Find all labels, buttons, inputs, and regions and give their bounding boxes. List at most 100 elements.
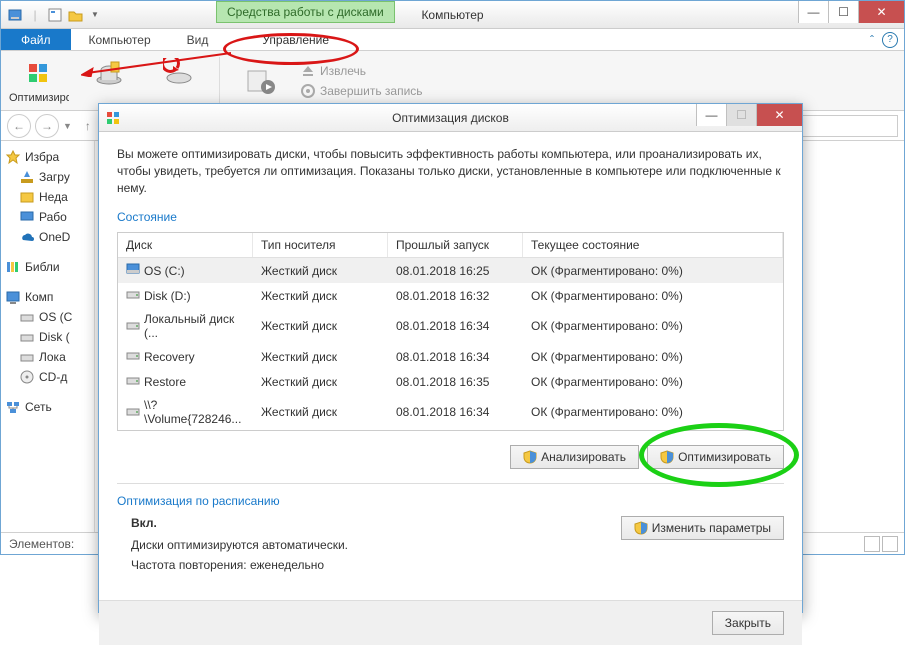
table-row[interactable]: OS (C:) Жесткий диск08.01.2018 16:25ОК (Ф… — [118, 258, 783, 283]
table-row[interactable]: Disk (D:)Жесткий диск08.01.2018 16:32ОК … — [118, 283, 783, 308]
tab-manage[interactable]: Управление — [226, 29, 365, 50]
dialog-minimize-button[interactable]: — — [696, 104, 726, 126]
drive-type: Жесткий диск — [253, 346, 388, 367]
drive-icon — [126, 287, 140, 304]
analyze-button[interactable]: Анализировать — [510, 445, 639, 469]
col-type[interactable]: Тип носителя — [253, 233, 388, 257]
sidebar-disk-d[interactable]: Disk ( — [5, 327, 90, 347]
nav-forward-button[interactable]: → — [35, 114, 59, 138]
view-details-icon[interactable] — [864, 536, 880, 552]
eject-icon — [300, 63, 316, 79]
ribbon-optimize-button[interactable]: Оптимизиро — [9, 58, 69, 104]
schedule-status: Вкл. — [131, 516, 621, 530]
drive-state: ОК (Фрагментировано: 0%) — [523, 260, 783, 281]
sidebar-network[interactable]: Сеть — [5, 397, 90, 417]
tab-file[interactable]: Файл — [1, 29, 71, 50]
drive-name: OS (C:) — [144, 264, 185, 278]
table-row[interactable]: \\?\Volume{728246... Жесткий диск08.01.20… — [118, 394, 783, 430]
properties-icon[interactable] — [47, 7, 63, 23]
tab-view[interactable]: Вид — [169, 29, 227, 50]
drive-icon — [126, 348, 140, 365]
ribbon-autoplay-button[interactable] — [230, 65, 290, 97]
sidebar-cd[interactable]: CD-д — [5, 367, 90, 387]
close-button[interactable]: ✕ — [858, 1, 904, 23]
optimize-drives-dialog: Оптимизация дисков — ☐ ✕ Вы можете оптим… — [98, 103, 803, 613]
col-state[interactable]: Текущее состояние — [523, 233, 783, 257]
ribbon-body: Оптимизиро Извлечь Завершить запись — [1, 51, 904, 111]
drive-name: Recovery — [144, 350, 195, 364]
drive-name: Disk (D:) — [144, 289, 191, 303]
nav-up-button[interactable]: ↑ — [76, 114, 100, 138]
drives-table: Диск Тип носителя Прошлый запуск Текущее… — [117, 232, 784, 431]
dialog-maximize-button: ☐ — [726, 104, 756, 126]
qat-dropdown-icon[interactable]: ▼ — [87, 7, 103, 23]
ribbon-collapse-icon[interactable]: ˆ — [870, 33, 874, 47]
app-icon — [7, 7, 23, 23]
table-row[interactable]: Restore Жесткий диск08.01.2018 16:35ОК (Ф… — [118, 369, 783, 394]
drive-last-run: 08.01.2018 16:34 — [388, 396, 523, 428]
schedule-block: Вкл. Диски оптимизируются автоматически.… — [117, 516, 784, 578]
optimize-button[interactable]: Оптимизировать — [647, 445, 784, 469]
ribbon-eject-button[interactable]: Извлечь — [300, 63, 423, 79]
sidebar-local[interactable]: Лока — [5, 347, 90, 367]
col-last[interactable]: Прошлый запуск — [388, 233, 523, 257]
schedule-section-label: Оптимизация по расписанию — [117, 494, 784, 508]
drive-last-run: 08.01.2018 16:25 — [388, 260, 523, 281]
maximize-button[interactable]: ☐ — [828, 1, 858, 23]
change-settings-button[interactable]: Изменить параметры — [621, 516, 784, 540]
drive-last-run: 08.01.2018 16:34 — [388, 346, 523, 367]
dialog-footer: Закрыть — [99, 600, 802, 645]
sidebar-recent[interactable]: Неда — [5, 187, 90, 207]
sidebar-favorites[interactable]: Избра — [5, 147, 90, 167]
sidebar-downloads[interactable]: Загру — [5, 167, 90, 187]
dialog-title: Оптимизация дисков — [392, 111, 509, 125]
table-row[interactable]: RecoveryЖесткий диск08.01.2018 16:34ОК (… — [118, 344, 783, 369]
autoplay-icon — [244, 65, 276, 97]
drive-icon — [126, 262, 140, 279]
drive-last-run: 08.01.2018 16:35 — [388, 371, 523, 392]
sidebar-desktop[interactable]: Рабо — [5, 207, 90, 227]
drive-state: ОК (Фрагментировано: 0%) — [523, 285, 783, 306]
divider — [117, 483, 784, 484]
quick-access-toolbar: | ▼ — [1, 7, 109, 23]
drive-icon — [19, 309, 35, 325]
drive-last-run: 08.01.2018 16:34 — [388, 310, 523, 342]
drive-icon — [19, 349, 35, 365]
action-buttons: Анализировать Оптимизировать — [117, 445, 784, 469]
disk-tools-context-tab[interactable]: Средства работы с дисками — [216, 1, 395, 23]
ribbon-finish-burn-button[interactable]: Завершить запись — [300, 83, 423, 99]
window-title: Компьютер — [421, 8, 483, 22]
sidebar-libraries[interactable]: Библи — [5, 257, 90, 277]
ribbon-cleanup-button[interactable] — [79, 58, 139, 104]
new-folder-icon[interactable] — [67, 7, 83, 23]
col-disk[interactable]: Диск — [118, 233, 253, 257]
sidebar-onedrive[interactable]: OneD — [5, 227, 90, 247]
sidebar-computer[interactable]: Комп — [5, 287, 90, 307]
ribbon-format-button[interactable] — [149, 58, 209, 104]
help-icon[interactable]: ? — [882, 32, 898, 48]
computer-icon — [5, 289, 21, 305]
drive-state: ОК (Фрагментировано: 0%) — [523, 310, 783, 342]
cloud-icon — [19, 229, 35, 245]
defrag-icon — [105, 110, 121, 126]
nav-back-button[interactable]: ← — [7, 114, 31, 138]
drive-type: Жесткий диск — [253, 396, 388, 428]
ribbon-separator — [219, 57, 220, 105]
tab-computer[interactable]: Компьютер — [71, 29, 169, 50]
drive-name: Restore — [144, 375, 186, 389]
minimize-button[interactable]: — — [798, 1, 828, 23]
view-large-icon[interactable] — [882, 536, 898, 552]
drive-type: Жесткий диск — [253, 260, 388, 281]
sidebar-os-c[interactable]: OS (C — [5, 307, 90, 327]
drive-icon — [126, 373, 140, 390]
nav-history-dropdown[interactable]: ▼ — [63, 121, 72, 131]
drive-type: Жесткий диск — [253, 371, 388, 392]
drive-state: ОК (Фрагментировано: 0%) — [523, 371, 783, 392]
burn-icon — [300, 83, 316, 99]
dialog-close-button[interactable]: ✕ — [756, 104, 802, 126]
libraries-icon — [5, 259, 21, 275]
ribbon-tabs: Файл Компьютер Вид Управление ˆ ? — [1, 29, 904, 51]
shield-icon — [660, 450, 674, 464]
table-row[interactable]: Локальный диск (...Жесткий диск08.01.201… — [118, 308, 783, 344]
drive-name: \\?\Volume{728246... — [144, 398, 245, 426]
